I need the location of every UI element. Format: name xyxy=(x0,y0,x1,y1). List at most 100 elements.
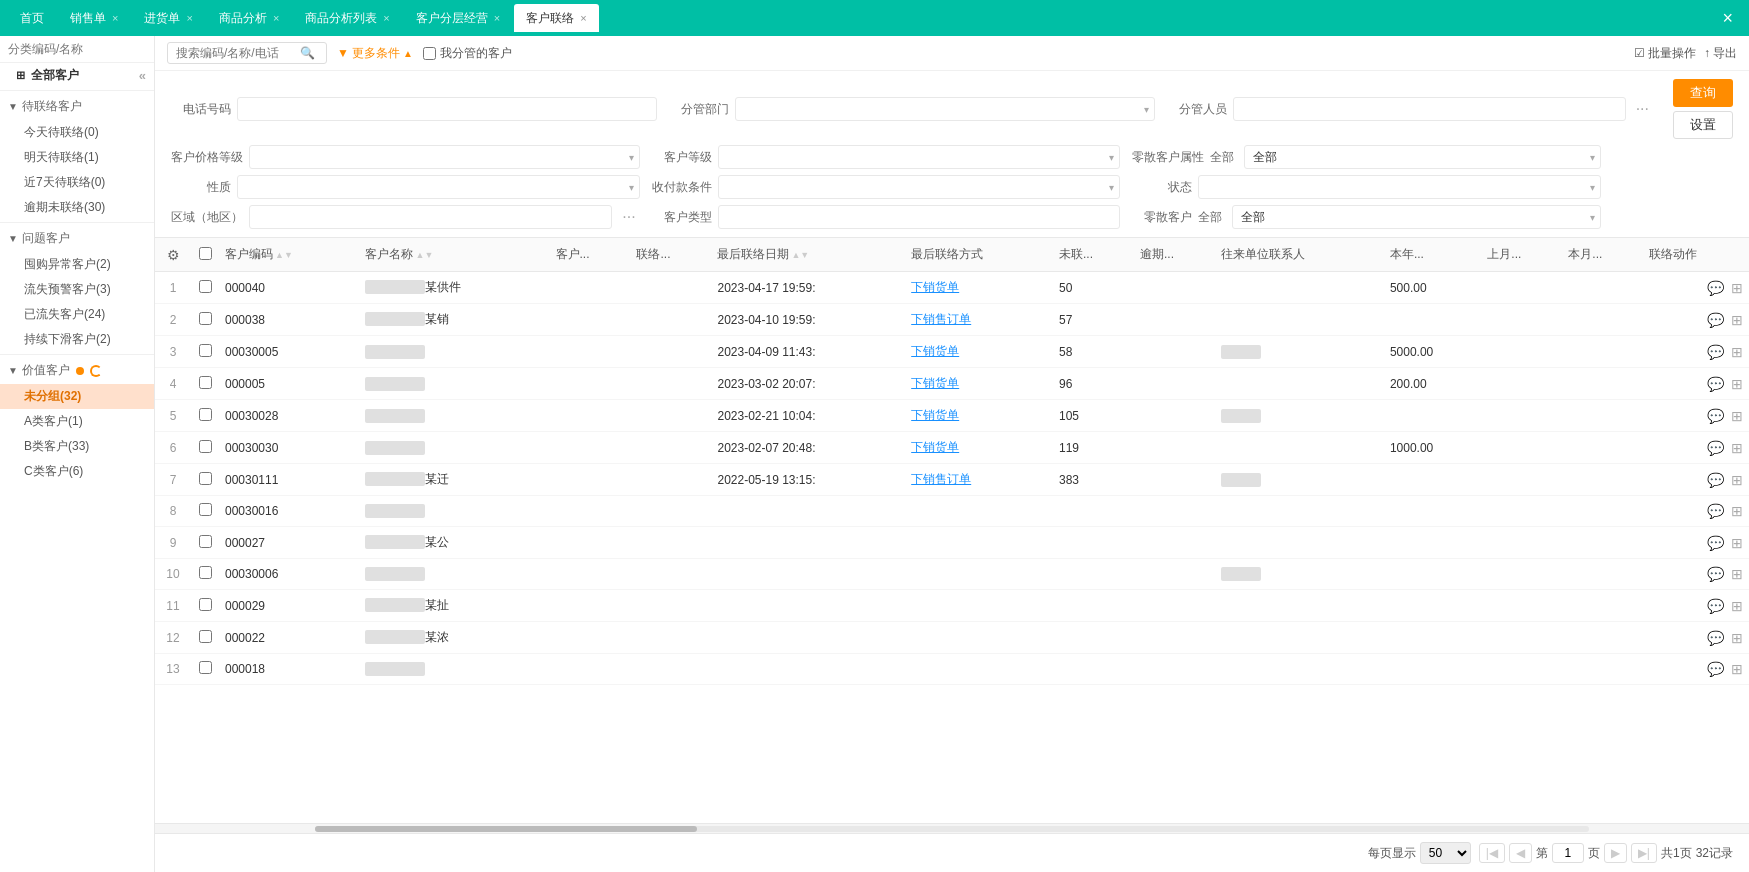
sort-name-icon[interactable]: ▲▼ xyxy=(415,250,433,260)
filter-region-more-icon[interactable]: ··· xyxy=(618,208,639,226)
grid-icon[interactable]: ⊞ xyxy=(1731,472,1743,488)
scrollbar-track[interactable] xyxy=(315,826,1589,832)
sidebar-problem-header[interactable]: ▼ 问题客户 xyxy=(0,225,154,252)
sidebar-item-7days[interactable]: 近7天待联络(0) xyxy=(0,170,154,195)
sidebar-item-ungrouped[interactable]: 未分组(32) xyxy=(0,384,154,409)
reset-button[interactable]: 设置 xyxy=(1673,111,1733,139)
row-checkbox-9[interactable] xyxy=(199,535,212,548)
filter-dept-select[interactable] xyxy=(735,97,1155,121)
last-method-link[interactable]: 下销货单 xyxy=(911,280,959,294)
sidebar-item-churned[interactable]: 已流失客户(24) xyxy=(0,302,154,327)
grid-icon[interactable]: ⊞ xyxy=(1731,312,1743,328)
select-all-checkbox[interactable] xyxy=(199,247,212,260)
chat-icon[interactable]: 💬 xyxy=(1707,535,1724,551)
page-size-select[interactable]: 20 50 100 xyxy=(1420,842,1471,864)
last-method-link[interactable]: 下销售订单 xyxy=(911,472,971,486)
filter-phone-input[interactable] xyxy=(237,97,657,121)
nav-item-sales[interactable]: 销售单 × xyxy=(58,4,130,32)
grid-icon[interactable]: ⊞ xyxy=(1731,503,1743,519)
sidebar-search-input[interactable] xyxy=(8,42,155,56)
filter-customer-type-input[interactable] xyxy=(718,205,1121,229)
batch-ops-button[interactable]: ☑ 批量操作 xyxy=(1634,45,1696,62)
nav-item-product-analysis-list[interactable]: 商品分析列表 × xyxy=(293,4,401,32)
next-page-button[interactable]: ▶ xyxy=(1604,843,1627,863)
filter-customer-grade-select[interactable] xyxy=(718,145,1121,169)
close-all-button[interactable]: × xyxy=(1714,8,1741,29)
close-purchase-icon[interactable]: × xyxy=(186,12,192,24)
prev-page-button[interactable]: ◀ xyxy=(1509,843,1532,863)
grid-icon[interactable]: ⊞ xyxy=(1731,440,1743,456)
more-conditions-button[interactable]: ▼ 更多条件 ▲ xyxy=(337,45,413,62)
row-checkbox-13[interactable] xyxy=(199,661,212,674)
last-method-link[interactable]: 下销货单 xyxy=(911,440,959,454)
filter-payment-select[interactable] xyxy=(718,175,1121,199)
filter-manager-more-icon[interactable]: ··· xyxy=(1632,100,1653,118)
filter-search-icon[interactable]: 🔍 xyxy=(300,46,315,60)
row-checkbox-12[interactable] xyxy=(199,630,212,643)
chat-icon[interactable]: 💬 xyxy=(1707,312,1724,328)
sidebar-all-customers[interactable]: ⊞ 全部客户 « xyxy=(0,63,154,88)
my-customers-check[interactable] xyxy=(423,47,436,60)
chat-icon[interactable]: 💬 xyxy=(1707,503,1724,519)
sidebar-item-class-b[interactable]: B类客户(33) xyxy=(0,434,154,459)
close-customer-segment-icon[interactable]: × xyxy=(494,12,500,24)
grid-icon[interactable]: ⊞ xyxy=(1731,566,1743,582)
filter-retail-attr-select[interactable]: 全部 xyxy=(1244,145,1601,169)
sidebar-item-class-c[interactable]: C类客户(6) xyxy=(0,459,154,484)
chat-icon[interactable]: 💬 xyxy=(1707,566,1724,582)
sort-code-icon[interactable]: ▲▼ xyxy=(275,250,293,260)
row-checkbox-1[interactable] xyxy=(199,280,212,293)
sidebar-pending-header[interactable]: ▼ 待联络客户 xyxy=(0,93,154,120)
grid-icon[interactable]: ⊞ xyxy=(1731,376,1743,392)
sidebar-item-tomorrow[interactable]: 明天待联络(1) xyxy=(0,145,154,170)
chat-icon[interactable]: 💬 xyxy=(1707,344,1724,360)
sidebar-item-class-a[interactable]: A类客户(1) xyxy=(0,409,154,434)
close-product-analysis-list-icon[interactable]: × xyxy=(383,12,389,24)
filter-search-input[interactable] xyxy=(176,46,296,60)
chat-icon[interactable]: 💬 xyxy=(1707,472,1724,488)
row-checkbox-4[interactable] xyxy=(199,376,212,389)
row-checkbox-2[interactable] xyxy=(199,312,212,325)
nav-item-product-analysis[interactable]: 商品分析 × xyxy=(207,4,291,32)
grid-icon[interactable]: ⊞ xyxy=(1731,661,1743,677)
sidebar-item-declining[interactable]: 持续下滑客户(2) xyxy=(0,327,154,352)
grid-icon[interactable]: ⊞ xyxy=(1731,598,1743,614)
row-checkbox-3[interactable] xyxy=(199,344,212,357)
sidebar-collapse-icon[interactable]: « xyxy=(139,68,146,83)
grid-icon[interactable]: ⊞ xyxy=(1731,408,1743,424)
settings-gear-icon[interactable]: ⚙ xyxy=(167,247,180,263)
chat-icon[interactable]: 💬 xyxy=(1707,280,1724,296)
chat-icon[interactable]: 💬 xyxy=(1707,661,1724,677)
row-checkbox-8[interactable] xyxy=(199,503,212,516)
sidebar-item-churn-warning[interactable]: 流失预警客户(3) xyxy=(0,277,154,302)
chat-icon[interactable]: 💬 xyxy=(1707,598,1724,614)
filter-nature-select[interactable] xyxy=(237,175,640,199)
grid-icon[interactable]: ⊞ xyxy=(1731,344,1743,360)
filter-retail-customer-select[interactable]: 全部 xyxy=(1232,205,1601,229)
sidebar-item-abnormal[interactable]: 囤购异常客户(2) xyxy=(0,252,154,277)
first-page-button[interactable]: |◀ xyxy=(1479,843,1505,863)
row-checkbox-7[interactable] xyxy=(199,472,212,485)
grid-icon[interactable]: ⊞ xyxy=(1731,630,1743,646)
nav-item-home[interactable]: 首页 xyxy=(8,4,56,32)
last-method-link[interactable]: 下销货单 xyxy=(911,408,959,422)
last-method-link[interactable]: 下销货单 xyxy=(911,344,959,358)
row-checkbox-5[interactable] xyxy=(199,408,212,421)
row-checkbox-11[interactable] xyxy=(199,598,212,611)
nav-item-purchase[interactable]: 进货单 × xyxy=(132,4,204,32)
scrollbar-thumb[interactable] xyxy=(315,826,697,832)
filter-region-input[interactable] xyxy=(249,205,612,229)
export-button[interactable]: ↑ 导出 xyxy=(1704,45,1737,62)
filter-status-select[interactable] xyxy=(1198,175,1601,199)
last-method-link[interactable]: 下销货单 xyxy=(911,376,959,390)
grid-icon[interactable]: ⊞ xyxy=(1731,280,1743,296)
chat-icon[interactable]: 💬 xyxy=(1707,376,1724,392)
grid-icon[interactable]: ⊞ xyxy=(1731,535,1743,551)
sort-date-icon[interactable]: ▲▼ xyxy=(791,250,809,260)
chat-icon[interactable]: 💬 xyxy=(1707,408,1724,424)
last-page-button[interactable]: ▶| xyxy=(1631,843,1657,863)
page-number-input[interactable] xyxy=(1552,843,1584,863)
filter-manager-input[interactable] xyxy=(1233,97,1626,121)
row-checkbox-10[interactable] xyxy=(199,566,212,579)
row-checkbox-6[interactable] xyxy=(199,440,212,453)
